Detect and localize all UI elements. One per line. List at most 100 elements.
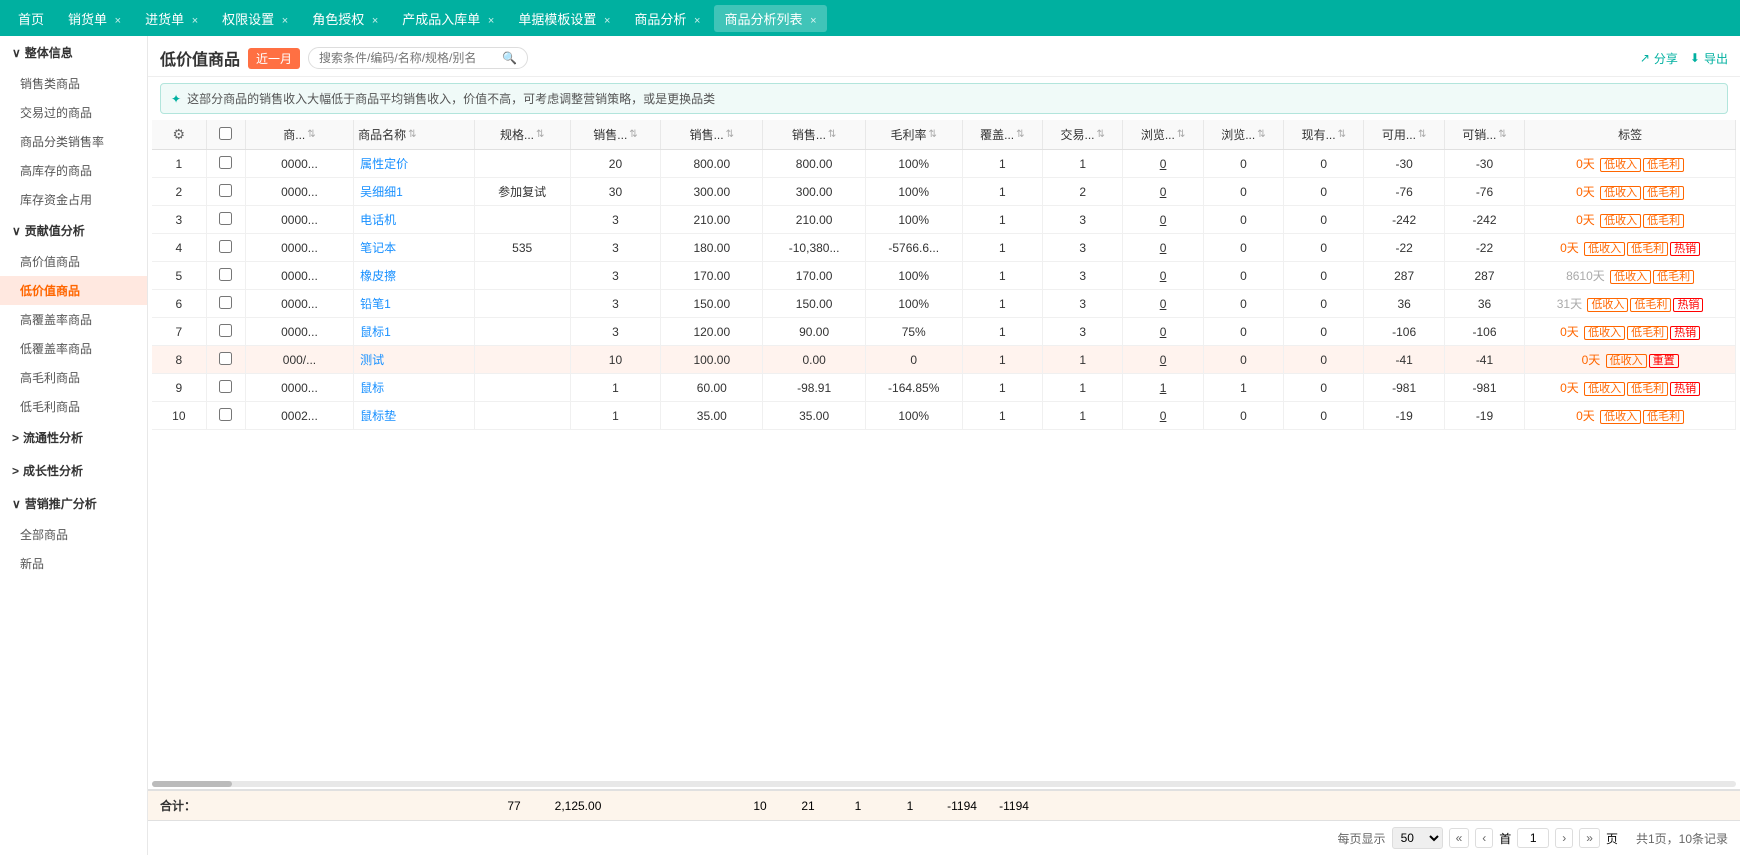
browse-link[interactable]: 0 xyxy=(1160,409,1167,423)
sidebar-group-contribution[interactable]: ∨ 贡献值分析 xyxy=(0,214,147,247)
nav-permission[interactable]: 权限设置 × xyxy=(212,5,298,32)
page-number-input[interactable] xyxy=(1517,828,1549,848)
sidebar-group-circulation[interactable]: > 流通性分析 xyxy=(0,421,147,454)
row-code: 0000... xyxy=(245,178,353,206)
sidebar-item-low-margin[interactable]: 低毛利商品 xyxy=(0,392,147,421)
sidebar-item-all-products[interactable]: 全部商品 xyxy=(0,520,147,549)
row-spec xyxy=(474,346,570,374)
sidebar-item-high-value[interactable]: 高价值商品 xyxy=(0,247,147,276)
browse-link[interactable]: 0 xyxy=(1160,213,1167,227)
row-select-checkbox[interactable] xyxy=(219,296,232,309)
row-num: 3 xyxy=(152,206,206,234)
row-select-checkbox[interactable] xyxy=(219,324,232,337)
row-salable: -106 xyxy=(1444,318,1524,346)
row-name[interactable]: 鼠标1 xyxy=(354,318,474,346)
row-sale1: 3 xyxy=(570,318,660,346)
close-icon[interactable]: × xyxy=(282,15,288,27)
page-size-select[interactable]: 50 100 200 xyxy=(1392,827,1443,849)
footer-browse2: 1 xyxy=(884,799,936,813)
row-margin: 100% xyxy=(865,206,962,234)
footer-cells: 77 2,125.00 10 21 1 1 -1194 -1194 xyxy=(208,799,1728,813)
sidebar-group-marketing[interactable]: ∨ 营销推广分析 xyxy=(0,487,147,520)
sidebar-item-stock-funds[interactable]: 库存资金占用 xyxy=(0,185,147,214)
row-name[interactable]: 吴细细1 xyxy=(354,178,474,206)
nav-home[interactable]: 首页 xyxy=(8,5,54,32)
row-num: 9 xyxy=(152,374,206,402)
period-button[interactable]: 近一月 xyxy=(248,48,300,69)
search-icon[interactable]: 🔍 xyxy=(502,51,517,65)
nav-sales-order[interactable]: 销货单 × xyxy=(58,5,131,32)
row-sale2: 100.00 xyxy=(661,346,763,374)
row-select-checkbox[interactable] xyxy=(219,156,232,169)
export-button[interactable]: ⬇ 导出 xyxy=(1690,50,1728,67)
sidebar-group-overall[interactable]: ∨ 整体信息 xyxy=(0,36,147,69)
row-name[interactable]: 笔记本 xyxy=(354,234,474,262)
close-icon[interactable]: × xyxy=(115,15,121,27)
browse-link[interactable]: 0 xyxy=(1160,297,1167,311)
nav-purchase-order[interactable]: 进货单 × xyxy=(135,5,208,32)
horizontal-scrollbar[interactable] xyxy=(152,781,1736,787)
close-icon[interactable]: × xyxy=(604,15,610,27)
prev-page-button[interactable]: ‹ xyxy=(1475,828,1493,848)
tag-label: 热销 xyxy=(1670,382,1700,396)
days-label: 0天 xyxy=(1582,353,1601,367)
sidebar-item-high-stock[interactable]: 高库存的商品 xyxy=(0,156,147,185)
row-checkbox xyxy=(206,150,245,178)
row-select-checkbox[interactable] xyxy=(219,184,232,197)
select-all-checkbox[interactable] xyxy=(219,127,232,140)
sidebar-group-growth[interactable]: > 成长性分析 xyxy=(0,454,147,487)
scrollbar-thumb[interactable] xyxy=(152,781,232,787)
row-name[interactable]: 电话机 xyxy=(354,206,474,234)
close-icon[interactable]: × xyxy=(488,15,494,27)
sidebar-item-traded-products[interactable]: 交易过的商品 xyxy=(0,98,147,127)
browse-link[interactable]: 0 xyxy=(1160,325,1167,339)
row-sale2: 60.00 xyxy=(661,374,763,402)
row-select-checkbox[interactable] xyxy=(219,212,232,225)
search-input[interactable] xyxy=(319,51,498,65)
row-name[interactable]: 鼠标垫 xyxy=(354,402,474,430)
close-icon[interactable]: × xyxy=(810,15,816,27)
nav-product-analysis-list[interactable]: 商品分析列表 × xyxy=(714,5,826,32)
row-sale2: 150.00 xyxy=(661,290,763,318)
close-icon[interactable]: × xyxy=(192,15,198,27)
table-row: 6 0000... 铅笔1 3 150.00 150.00 100% 1 3 0… xyxy=(152,290,1736,318)
sidebar-item-high-coverage[interactable]: 高覆盖率商品 xyxy=(0,305,147,334)
row-name[interactable]: 橡皮擦 xyxy=(354,262,474,290)
browse-link[interactable]: 0 xyxy=(1160,269,1167,283)
sidebar-item-high-margin[interactable]: 高毛利商品 xyxy=(0,363,147,392)
row-name[interactable]: 测试 xyxy=(354,346,474,374)
row-name[interactable]: 鼠标 xyxy=(354,374,474,402)
sidebar-item-low-value[interactable]: 低价值商品 xyxy=(0,276,147,305)
row-name[interactable]: 属性定价 xyxy=(354,150,474,178)
share-button[interactable]: ↗ 分享 xyxy=(1640,50,1678,67)
nav-role-auth[interactable]: 角色授权 × xyxy=(302,5,388,32)
first-page-button[interactable]: « xyxy=(1449,828,1470,848)
row-checkbox xyxy=(206,346,245,374)
row-name[interactable]: 铅笔1 xyxy=(354,290,474,318)
sidebar-item-category-sales[interactable]: 商品分类销售率 xyxy=(0,127,147,156)
nav-template-settings[interactable]: 单据模板设置 × xyxy=(508,5,620,32)
row-select-checkbox[interactable] xyxy=(219,380,232,393)
last-page-button[interactable]: » xyxy=(1579,828,1600,848)
next-page-button[interactable]: › xyxy=(1555,828,1573,848)
nav-product-inbound[interactable]: 产成品入库单 × xyxy=(392,5,504,32)
sidebar-item-sales-products[interactable]: 销售类商品 xyxy=(0,69,147,98)
th-checkbox xyxy=(206,120,245,150)
row-select-checkbox[interactable] xyxy=(219,268,232,281)
browse-link[interactable]: 0 xyxy=(1160,157,1167,171)
gear-icon[interactable]: ⚙ xyxy=(173,126,186,142)
row-select-checkbox[interactable] xyxy=(219,408,232,421)
sidebar-item-low-coverage[interactable]: 低覆盖率商品 xyxy=(0,334,147,363)
row-avail: -30 xyxy=(1364,150,1444,178)
browse-link[interactable]: 0 xyxy=(1160,353,1167,367)
row-browse1: 0 xyxy=(1123,262,1203,290)
row-select-checkbox[interactable] xyxy=(219,352,232,365)
close-icon[interactable]: × xyxy=(372,15,378,27)
close-icon[interactable]: × xyxy=(694,15,700,27)
browse-link[interactable]: 0 xyxy=(1160,241,1167,255)
row-select-checkbox[interactable] xyxy=(219,240,232,253)
nav-product-analysis[interactable]: 商品分析 × xyxy=(624,5,710,32)
browse-link[interactable]: 0 xyxy=(1160,185,1167,199)
sidebar-item-new-products[interactable]: 新品 xyxy=(0,549,147,578)
browse-link[interactable]: 1 xyxy=(1160,381,1167,395)
